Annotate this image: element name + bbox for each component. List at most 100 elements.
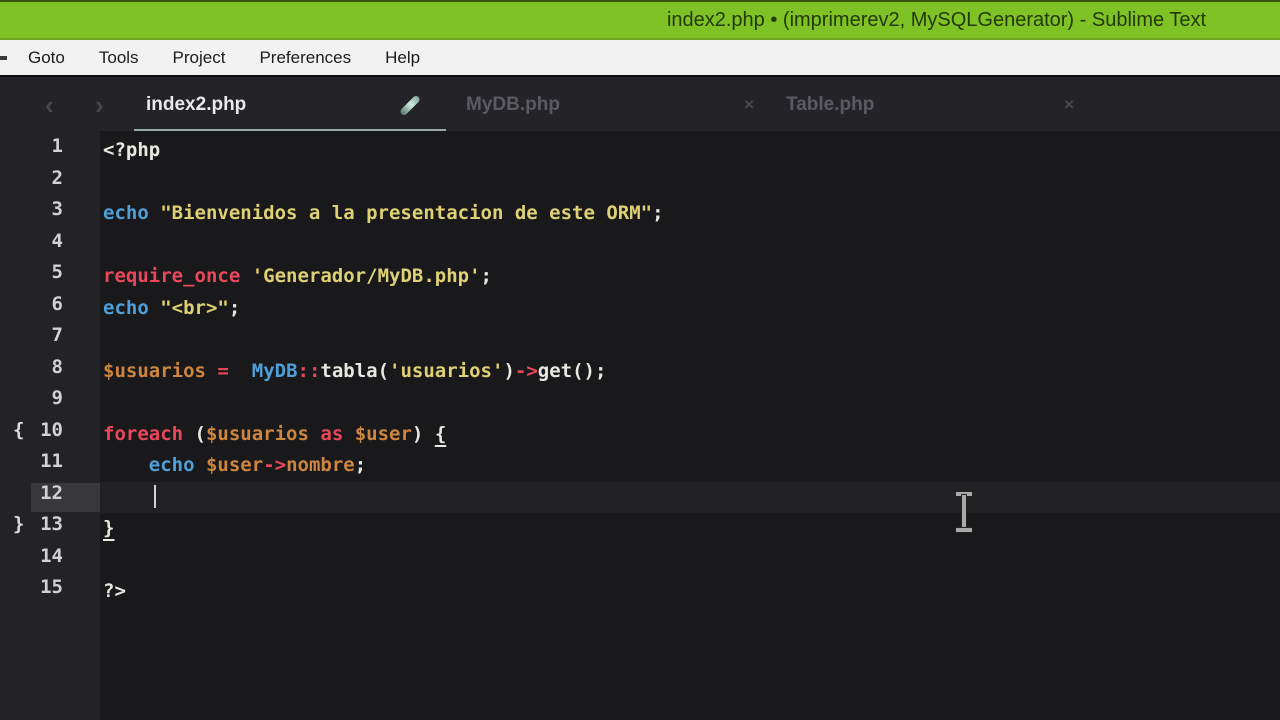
line-number: 6 [51, 292, 63, 315]
editor-line[interactable]: 6 echo "<br>"; [0, 293, 1280, 325]
editor-line[interactable]: 12 [0, 482, 1280, 514]
code-content[interactable]: $usuarios = MyDB::tabla('usuarios')->get… [100, 356, 1280, 388]
code-token: as [320, 422, 344, 445]
code-content[interactable] [100, 387, 1280, 419]
editor-line[interactable]: 5 require_once 'Generador/MyDB.php'; [0, 261, 1280, 293]
line-number: 1 [51, 135, 63, 157]
tab-label: Table.php [786, 94, 875, 115]
editor-line[interactable]: 3 echo "Bienvenidos a la presentacion de … [0, 198, 1280, 230]
gutter-cell[interactable]: 7 [0, 324, 100, 356]
fold-marker: } [13, 513, 25, 535]
gutter-cell[interactable]: 11 [0, 450, 100, 482]
editor-line[interactable]: 14 [0, 545, 1280, 577]
code-token: ) [411, 422, 435, 445]
editor-line[interactable]: 11 echo $user->nombre; [0, 450, 1280, 482]
gutter-cell[interactable]: 15 [0, 576, 100, 608]
code-content[interactable] [100, 545, 1280, 577]
title-bar[interactable]: index2.php • (imprimerev2, MySQLGenerato… [0, 0, 1280, 40]
code-content[interactable]: foreach ($usuarios as $user) { [100, 419, 1280, 451]
code-token: -> [514, 359, 538, 382]
gutter-cell[interactable]: 14 [0, 545, 100, 577]
tab-bar: ‹ › index2.php MyDB.php × Table.php × [0, 75, 1280, 133]
editor-line[interactable]: 7 [0, 324, 1280, 356]
gutter-cell[interactable]: 2 [0, 167, 100, 199]
gutter-cell[interactable]: 9 [0, 387, 100, 419]
menu-item-preferences[interactable]: Preferences [259, 48, 351, 68]
menu-item-goto[interactable]: Goto [28, 48, 65, 68]
code-token: <?php [103, 139, 161, 161]
code-token: MyDB [251, 359, 298, 382]
gutter-cell[interactable]: 4 [0, 230, 100, 262]
line-number: 12 [40, 481, 63, 504]
mouse-ibeam-cursor [953, 492, 975, 532]
code-content[interactable]: echo "<br>"; [100, 293, 1280, 325]
line-number: 3 [51, 198, 63, 220]
code-token: = [217, 359, 229, 382]
code-content[interactable] [100, 230, 1280, 262]
gutter-cell[interactable]: } 13 [0, 513, 100, 545]
editor-line[interactable]: 15 ?> [0, 576, 1280, 608]
code-content[interactable]: echo $user->nombre; [100, 450, 1280, 482]
editor-line[interactable]: {10 foreach ($usuarios as $user) { [0, 419, 1280, 451]
code-token: foreach [103, 422, 184, 445]
menu-bar: Goto Tools Project Preferences Help [0, 40, 1280, 75]
tab-table.php[interactable]: Table.php × [770, 77, 1090, 133]
line-number: 4 [51, 229, 63, 252]
code-token: $user [205, 454, 264, 476]
code-content[interactable]: <?php [100, 135, 1280, 167]
code-token: $usuarios [205, 422, 309, 445]
editor-line[interactable]: } 13} [0, 513, 1280, 545]
menu-item-tools[interactable]: Tools [99, 48, 139, 68]
tab-label: index2.php [146, 94, 247, 115]
line-number: 2 [51, 166, 63, 189]
code-content[interactable] [100, 167, 1280, 199]
code-content[interactable]: echo "Bienvenidos a la presentacion de e… [100, 198, 1280, 230]
gutter-cell[interactable]: 3 [0, 198, 100, 230]
code-content[interactable] [100, 482, 1280, 514]
close-icon[interactable]: × [744, 95, 754, 115]
code-token: echo [103, 202, 149, 224]
gutter-cell[interactable]: 6 [0, 293, 100, 325]
gutter-cell[interactable]: 12 [0, 482, 100, 514]
editor-line[interactable]: 8 $usuarios = MyDB::tabla('usuarios')->ge… [0, 356, 1280, 388]
tab-mydb.php[interactable]: MyDB.php × [450, 77, 770, 133]
code-editor[interactable]: 1 <?php 2 3 echo "Bienvenidos a la presentac… [0, 131, 1280, 720]
code-token: echo [103, 296, 149, 319]
close-icon[interactable]: × [1064, 95, 1074, 115]
menu-item-project[interactable]: Project [173, 48, 226, 68]
tab-index2.php[interactable]: index2.php [130, 77, 450, 133]
chevron-left-icon[interactable]: ‹ [45, 77, 54, 133]
code-token: ; [354, 454, 367, 476]
tab-label: MyDB.php [466, 94, 560, 115]
editor-line[interactable]: 1 <?php [0, 135, 1280, 167]
line-number: 14 [40, 544, 63, 567]
editor-line[interactable]: 2 [0, 167, 1280, 199]
editor-line[interactable]: 4 [0, 230, 1280, 262]
gutter-cell[interactable]: 8 [0, 356, 100, 388]
code-content[interactable]: ?> [100, 576, 1280, 608]
editor-line[interactable]: 9 [0, 387, 1280, 419]
cropped-menu-fragment [0, 56, 7, 60]
code-token: "<br>" [160, 296, 229, 319]
window-title: index2.php • (imprimerev2, MySQLGenerato… [666, 9, 1206, 31]
gutter-cell[interactable]: {10 [0, 419, 100, 451]
code-content[interactable]: require_once 'Generador/MyDB.php'; [100, 261, 1280, 293]
menu-item-help[interactable]: Help [385, 48, 420, 68]
code-token: nombre [286, 454, 355, 476]
line-number: 8 [51, 355, 63, 378]
code-content[interactable]: } [100, 513, 1280, 545]
gutter-cell[interactable]: 1 [0, 135, 100, 167]
code-token: ; [480, 265, 492, 287]
code-content[interactable] [100, 324, 1280, 356]
code-lines: 1 <?php 2 3 echo "Bienvenidos a la presentac… [0, 135, 1280, 608]
chevron-right-icon[interactable]: › [95, 77, 104, 133]
gutter-cell[interactable]: 5 [0, 261, 100, 293]
